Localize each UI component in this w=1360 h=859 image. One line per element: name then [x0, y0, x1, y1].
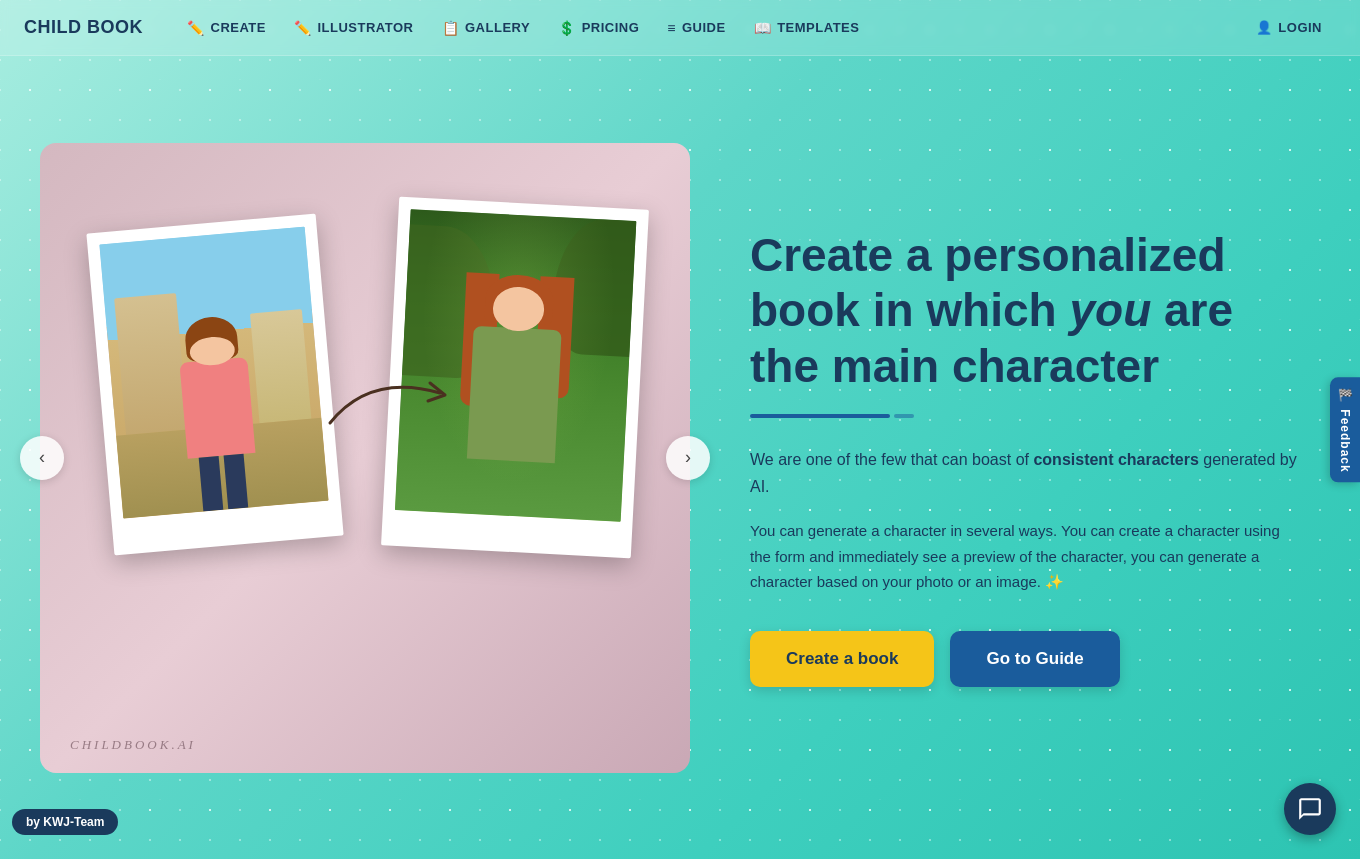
hero-content: Create a personalized book in which you …: [730, 228, 1320, 686]
nav-link-pricing[interactable]: 💲 PRICING: [546, 12, 651, 44]
nav-link-guide[interactable]: ≡ GUIDE: [655, 12, 737, 44]
gallery-icon: 📋: [442, 20, 460, 36]
login-button[interactable]: 👤 LOGIN: [1242, 12, 1336, 43]
hero-title: Create a personalized book in which you …: [750, 228, 1300, 394]
polaroid-left: [86, 213, 343, 554]
nav-link-illustrator[interactable]: ✏️ ILLUSTRATOR: [282, 12, 426, 44]
hero-buttons: Create a book Go to Guide: [750, 631, 1300, 687]
arrow-decoration: [310, 363, 470, 443]
nav-link-create[interactable]: ✏️ CREATE: [175, 12, 278, 44]
nav-brand[interactable]: CHILD BOOK: [24, 17, 143, 38]
create-icon: ✏️: [187, 20, 205, 36]
feedback-button[interactable]: 🏁 Feedback: [1330, 377, 1360, 482]
guide-icon: ≡: [667, 20, 676, 36]
hero-title-italic: you: [1069, 284, 1151, 336]
pricing-icon: 💲: [558, 20, 576, 36]
hero-image-area: CHILDBOOK.AI: [40, 143, 690, 773]
kwj-badge: by KWJ-Team: [12, 809, 118, 835]
divider-bar: [750, 414, 890, 418]
nav-links: ✏️ CREATE ✏️ ILLUSTRATOR 📋 GALLERY 💲 PRI…: [175, 12, 1242, 44]
nav-link-templates[interactable]: 📖 TEMPLATES: [742, 12, 872, 44]
carousel-prev-button[interactable]: ‹: [20, 436, 64, 480]
hero-description-2: You can generate a character in several …: [750, 518, 1300, 595]
navbar: CHILD BOOK ✏️ CREATE ✏️ ILLUSTRATOR 📋 GA…: [0, 0, 1360, 56]
templates-icon: 📖: [754, 20, 772, 36]
feedback-flag-icon: 🏁: [1338, 387, 1352, 403]
hero-divider: [750, 414, 1300, 418]
divider-dot: [894, 414, 914, 418]
polaroid-left-image: [99, 226, 328, 518]
carousel-next-button[interactable]: ›: [666, 436, 710, 480]
user-icon: 👤: [1256, 20, 1273, 35]
edit-icon: ✏️: [294, 20, 312, 36]
hero-description-1: We are one of the few that can boast of …: [750, 446, 1300, 500]
chat-button[interactable]: [1284, 783, 1336, 835]
watermark: CHILDBOOK.AI: [70, 737, 196, 753]
feedback-wrapper: 🏁 Feedback: [1330, 377, 1360, 482]
nav-link-gallery[interactable]: 📋 GALLERY: [430, 12, 543, 44]
create-book-button[interactable]: Create a book: [750, 631, 934, 687]
chat-icon: [1297, 796, 1323, 822]
go-to-guide-button[interactable]: Go to Guide: [950, 631, 1119, 687]
hero-section: CHILDBOOK.AI ‹ › Create a personalized b…: [0, 56, 1360, 859]
